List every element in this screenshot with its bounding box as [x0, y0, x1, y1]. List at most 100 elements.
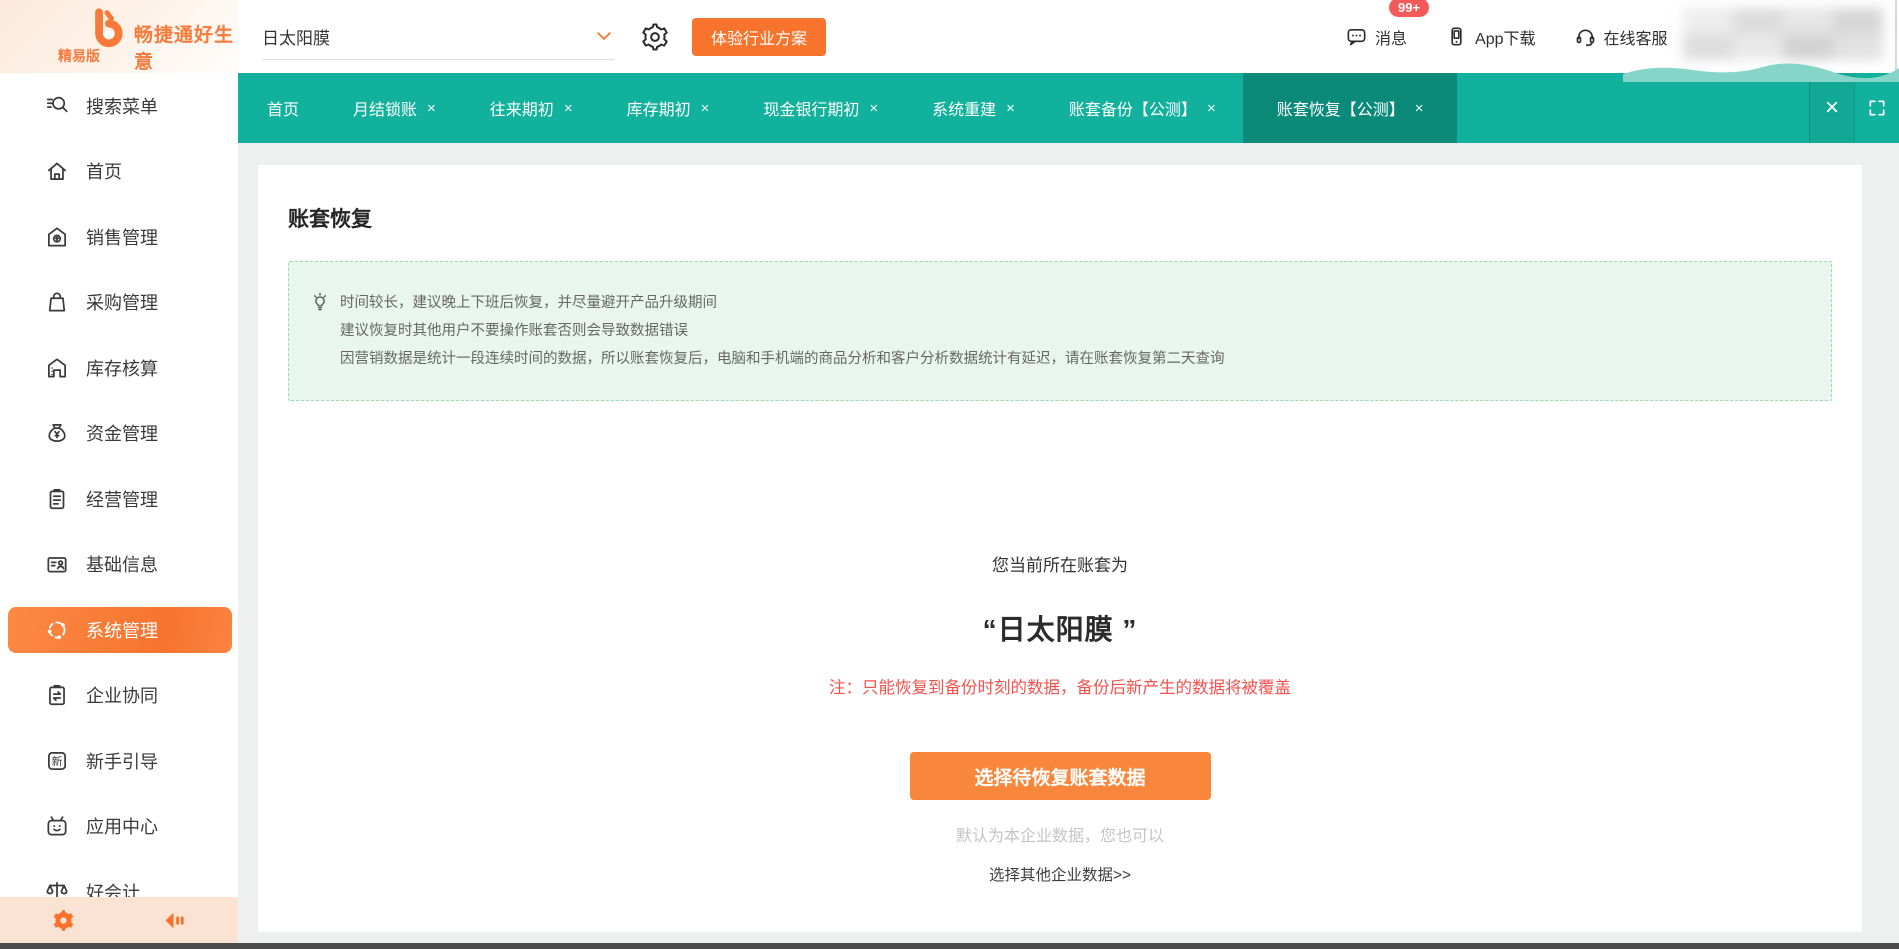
app-download-label: App下载	[1475, 30, 1536, 48]
system-icon	[44, 617, 70, 643]
footer-gear-icon[interactable]	[51, 908, 76, 933]
sidebar-item-sales[interactable]: 销售管理	[0, 204, 238, 270]
tip-box: 时间较长，建议晚上下班后恢复，并尽量避开产品升级期间 建议恢复时其他用户不要操作账…	[288, 261, 1832, 401]
funds-icon	[44, 420, 70, 446]
select-restore-data-button[interactable]: 选择待恢复账套数据	[909, 752, 1211, 800]
account-restore-panel: 账套恢复 时间较长，建议晚上下班后恢复，并尽量避开产品升级期间 建议恢复时其他用户…	[258, 165, 1862, 932]
tab-label: 往来期初	[489, 102, 554, 119]
sidebar-item-scale[interactable]: 好会计	[0, 859, 238, 897]
tab-label: 月结锁账	[353, 102, 418, 119]
messages-button[interactable]: 消息 99+	[1345, 0, 1430, 49]
blurred-username	[1683, 8, 1883, 60]
sidebar-item-label: 搜索菜单	[86, 96, 158, 117]
inventory-icon	[44, 355, 70, 381]
select-other-company-link[interactable]: 选择其他企业数据>>	[989, 863, 1131, 885]
tip-lines: 时间较长，建议晚上下班后恢复，并尽量避开产品升级期间 建议恢复时其他用户不要操作账…	[340, 289, 1225, 373]
tab-label: 系统重建	[932, 102, 997, 119]
headset-icon	[1576, 29, 1594, 47]
account-select-value: 日太阳膜	[262, 28, 330, 48]
operations-icon	[44, 486, 70, 512]
sidebar-item-collab[interactable]: 企业协同	[0, 663, 238, 729]
tab-close-icon[interactable]: ×	[1207, 100, 1216, 117]
tab-2[interactable]: 月结锁账 ×	[326, 73, 463, 143]
tab-7[interactable]: 账套备份【公测】 ×	[1042, 73, 1243, 143]
top-right-group: 消息 99+ App下载 在线客服	[1345, 0, 1668, 73]
app-window: 畅捷通好生意 精易版 日太阳膜 体验行业方案 消息 99+ App下载 在线客服…	[0, 0, 1899, 949]
tab-bar: 首页 月结锁账 × 往来期初 × 库存期初 × 现金银行期初 × 系统重建 × 账套备份【公测】 × 账套…	[238, 73, 1899, 143]
app-download-button[interactable]: App下载	[1445, 25, 1536, 49]
current-account-name: “日太阳膜 ”	[982, 614, 1138, 645]
tab-1[interactable]: 首页	[240, 73, 326, 143]
fullscreen-button[interactable]	[1854, 73, 1899, 143]
tab-3[interactable]: 往来期初 ×	[463, 73, 600, 143]
tab-label: 库存期初	[626, 102, 691, 119]
sidebar-menu: 搜索菜单 首页 销售管理 采购管理 库存核算 资金管理 经营管理 基础信息 系统管理 企业协同新新…	[0, 73, 238, 897]
sidebar-item-system[interactable]: 系统管理	[8, 607, 232, 653]
sidebar-item-label: 系统管理	[86, 621, 158, 641]
account-select[interactable]: 日太阳膜	[262, 14, 614, 60]
default-data-hint: 默认为本企业数据，您也可以	[955, 828, 1164, 845]
sidebar-item-label: 新手引导	[86, 751, 158, 772]
sidebar-item-newbie[interactable]: 新 新手引导	[0, 728, 238, 794]
tab-close-icon[interactable]: ×	[427, 100, 436, 117]
industry-solution-button[interactable]: 体验行业方案	[692, 17, 827, 56]
top-bar: 畅捷通好生意 精易版 日太阳膜 体验行业方案 消息 99+ App下载 在线客服	[0, 0, 1899, 82]
lightbulb-icon	[313, 292, 327, 311]
tab-close-icon[interactable]: ×	[869, 100, 878, 117]
tip-line: 时间较长，建议晚上下班后恢复，并尽量避开产品升级期间	[340, 295, 717, 311]
collab-icon	[44, 682, 70, 708]
restore-warning-text: 注：只能恢复到备份时刻的数据，备份后新产生的数据将被覆盖	[829, 679, 1291, 697]
restore-center-area: 您当前所在账套为 “日太阳膜 ” 注：只能恢复到备份时刻的数据，备份后新产生的数…	[288, 401, 1832, 885]
page-title: 账套恢复	[288, 208, 372, 231]
sidebar-item-appcenter[interactable]: 应用中心	[0, 794, 238, 860]
online-support-label: 在线客服	[1603, 30, 1668, 48]
bottom-edge-bar	[0, 943, 1899, 949]
tab-list: 首页 月结锁账 × 往来期初 × 库存期初 × 现金银行期初 × 系统重建 × 账套备份【公测】 × 账套…	[238, 73, 1809, 143]
sidebar-item-label: 好会计	[86, 882, 140, 897]
sidebar-item-baseinfo[interactable]: 基础信息	[0, 532, 238, 598]
brand-name: 畅捷通好生意	[134, 25, 235, 73]
baseinfo-icon	[44, 551, 70, 577]
tab-5[interactable]: 现金银行期初 ×	[736, 73, 905, 143]
sidebar-item-label: 采购管理	[86, 293, 158, 314]
chevron-down-icon	[597, 32, 611, 40]
current-account-label: 您当前所在账套为	[992, 556, 1128, 575]
main-content: 账套恢复 时间较长，建议晚上下班后恢复，并尽量避开产品升级期间 建议恢复时其他用户…	[238, 143, 1899, 943]
purchase-icon	[44, 289, 70, 315]
tab-label: 账套恢复【公测】	[1276, 102, 1405, 119]
tab-close-icon[interactable]: ×	[1415, 100, 1424, 117]
sidebar-item-home[interactable]: 首页	[0, 139, 238, 205]
online-support-button[interactable]: 在线客服	[1574, 25, 1668, 49]
home-icon	[44, 158, 70, 184]
tab-close-icon[interactable]: ×	[564, 100, 573, 117]
brand-zone: 畅捷通好生意 精易版	[0, 0, 238, 73]
message-icon	[1347, 28, 1366, 46]
sidebar-item-label: 应用中心	[86, 817, 158, 838]
close-tab-icon[interactable]: ×	[1809, 73, 1854, 143]
sidebar-item-label: 首页	[86, 162, 122, 183]
messages-badge: 99+	[1389, 0, 1430, 17]
sidebar: 搜索菜单 首页 销售管理 采购管理 库存核算 资金管理 经营管理 基础信息 系统管理 企业协同新新…	[0, 73, 238, 943]
settings-gear-icon[interactable]	[640, 22, 670, 52]
search-icon	[44, 93, 70, 119]
blurred-user-area	[1623, 0, 1899, 82]
sidebar-item-search[interactable]: 搜索菜单	[0, 73, 238, 139]
svg-text:新: 新	[52, 754, 63, 768]
tab-8[interactable]: 账套恢复【公测】 ×	[1242, 73, 1458, 143]
messages-label: 消息	[1375, 30, 1408, 48]
sales-icon	[44, 224, 70, 250]
tab-6[interactable]: 系统重建 ×	[905, 73, 1042, 143]
sidebar-item-inventory[interactable]: 库存核算	[0, 335, 238, 401]
sidebar-item-label: 企业协同	[86, 686, 158, 707]
scale-icon	[44, 879, 70, 897]
tab-close-icon[interactable]: ×	[701, 100, 710, 117]
tab-close-icon[interactable]: ×	[1006, 100, 1015, 117]
tab-label: 现金银行期初	[763, 102, 860, 119]
sidebar-item-operations[interactable]: 经营管理	[0, 466, 238, 532]
tab-4[interactable]: 库存期初 ×	[600, 73, 737, 143]
sidebar-item-label: 经营管理	[86, 489, 158, 510]
collapse-sidebar-icon[interactable]	[162, 908, 187, 933]
sidebar-item-label: 基础信息	[86, 555, 158, 576]
sidebar-item-purchase[interactable]: 采购管理	[0, 270, 238, 336]
sidebar-item-funds[interactable]: 资金管理	[0, 401, 238, 467]
